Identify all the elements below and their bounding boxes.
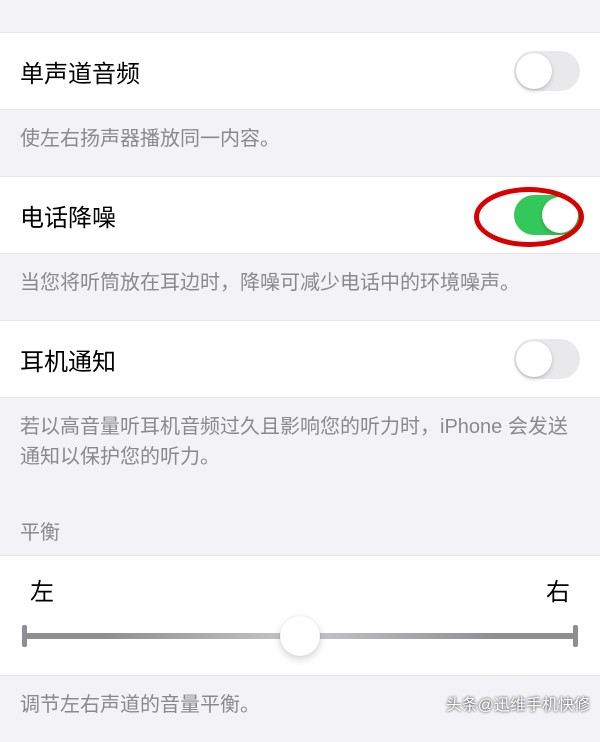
mono-audio-footer: 使左右扬声器播放同一内容。 [0, 110, 600, 176]
noise-cancel-switch[interactable] [514, 195, 580, 235]
headphone-notify-label: 耳机通知 [20, 342, 116, 377]
noise-cancel-footer: 当您将听筒放在耳边时，降噪可减少电话中的环境噪声。 [0, 254, 600, 320]
mono-audio-switch[interactable] [514, 51, 580, 91]
balance-left-label: 左 [30, 572, 54, 607]
headphone-notify-switch[interactable] [514, 339, 580, 379]
headphone-notify-row[interactable]: 耳机通知 [0, 320, 600, 398]
balance-header: 平衡 [0, 494, 600, 555]
balance-slider[interactable] [22, 633, 578, 639]
mono-audio-label: 单声道音频 [20, 54, 140, 89]
noise-cancel-label: 电话降噪 [20, 198, 116, 233]
balance-right-label: 右 [546, 572, 570, 607]
mono-audio-row[interactable]: 单声道音频 [0, 32, 600, 110]
balance-footer: 调节左右声道的音量平衡。 [0, 676, 600, 742]
balance-slider-thumb[interactable] [280, 616, 320, 656]
headphone-notify-footer: 若以高音量听耳机音频过久且影响您的听力时，iPhone 会发送通知以保护您的听力… [0, 398, 600, 494]
noise-cancel-row[interactable]: 电话降噪 [0, 176, 600, 254]
balance-slider-container: 左 右 [0, 555, 600, 676]
